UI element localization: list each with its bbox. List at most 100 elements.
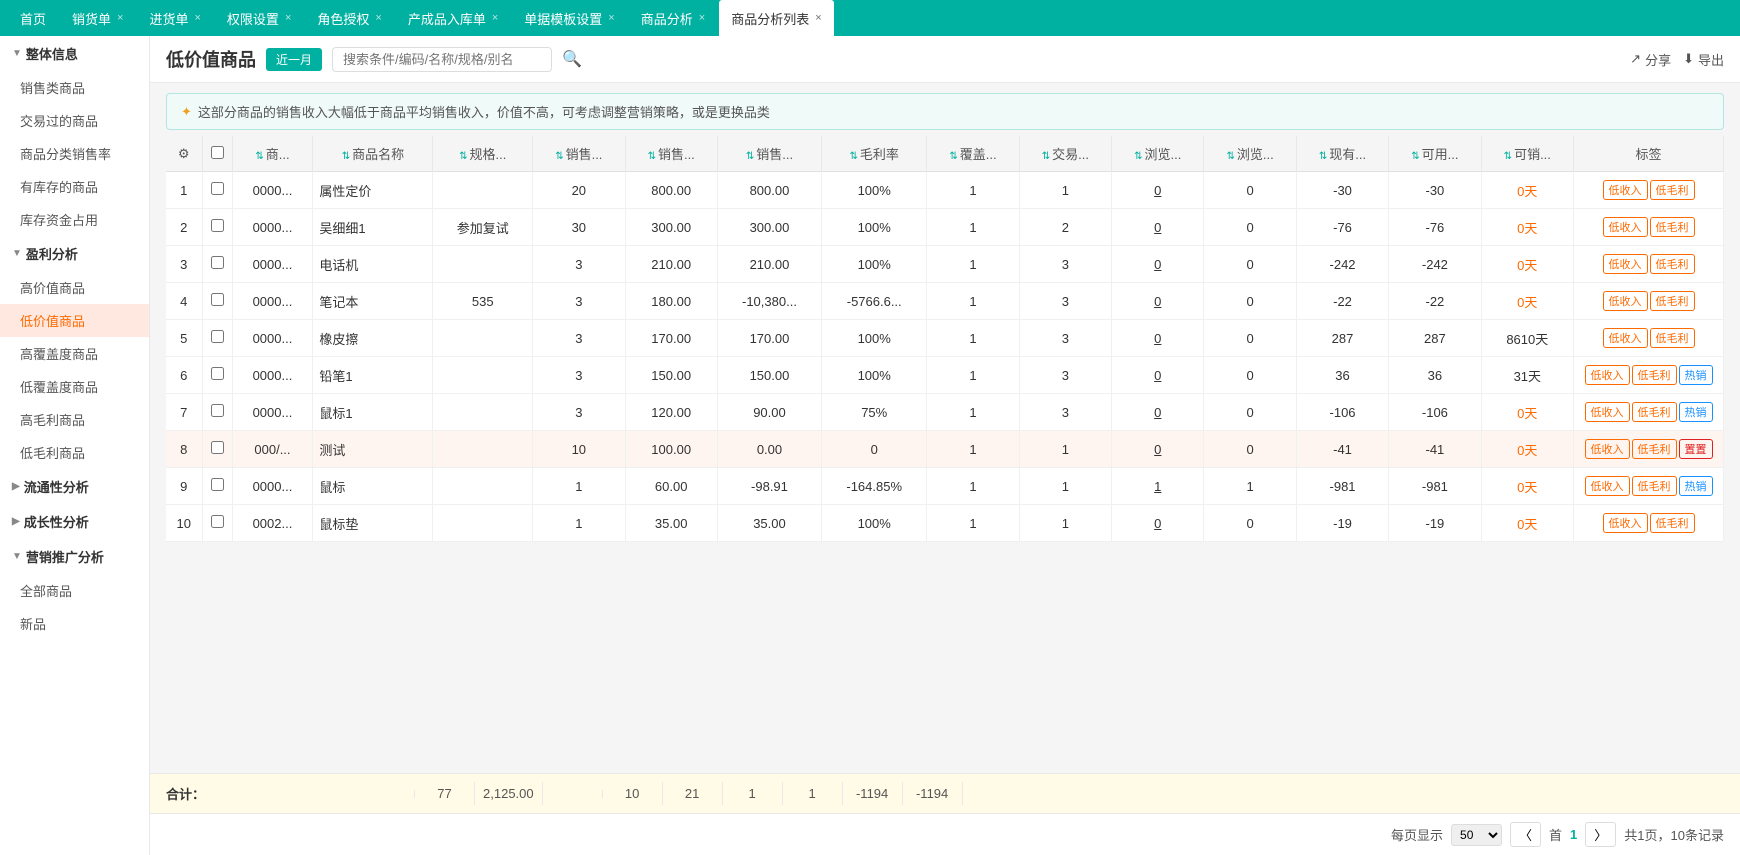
nav-sales-order[interactable]: 销货单 × (60, 0, 135, 36)
close-icon[interactable]: × (608, 12, 614, 24)
sidebar-group-liquidity[interactable]: ▶ 流通性分析 (0, 469, 149, 504)
nav-template-settings[interactable]: 单据模板设置 × (512, 0, 626, 36)
row-select-checkbox[interactable] (211, 182, 224, 195)
sidebar-item-low-value[interactable]: 低价值商品 (0, 304, 149, 337)
row-select-checkbox[interactable] (211, 441, 224, 454)
sidebar-item-category-sales-rate[interactable]: 商品分类销售率 (0, 137, 149, 170)
col-trade[interactable]: ⇅交易... (1019, 136, 1111, 172)
col-settings[interactable]: ⚙ (166, 136, 202, 172)
first-page-button[interactable]: 〈 (1510, 822, 1541, 847)
row-view1[interactable]: 0 (1112, 172, 1204, 209)
col-view1[interactable]: ⇅浏览... (1112, 136, 1204, 172)
close-icon[interactable]: × (699, 12, 705, 24)
nav-product-analysis[interactable]: 商品分析 × (629, 0, 717, 36)
sidebar-group-overall[interactable]: ▼ 整体信息 (0, 36, 149, 71)
col-available[interactable]: ⇅可用... (1389, 136, 1481, 172)
close-icon[interactable]: × (815, 12, 821, 24)
col-view2[interactable]: ⇅浏览... (1204, 136, 1296, 172)
row-view1[interactable]: 0 (1112, 246, 1204, 283)
col-sale-amount[interactable]: ⇅销售... (625, 136, 717, 172)
row-checkbox[interactable] (202, 468, 232, 505)
nav-permission[interactable]: 权限设置 × (215, 0, 303, 36)
row-view1[interactable]: 0 (1112, 209, 1204, 246)
settings-icon[interactable]: ⚙ (178, 146, 190, 161)
row-view1[interactable]: 0 (1112, 505, 1204, 542)
row-checkbox[interactable] (202, 283, 232, 320)
view1-link[interactable]: 0 (1154, 405, 1161, 420)
view1-link[interactable]: 0 (1154, 368, 1161, 383)
select-all-checkbox[interactable] (211, 146, 224, 159)
close-icon[interactable]: × (117, 12, 123, 24)
sidebar-item-sales-goods[interactable]: 销售类商品 (0, 71, 149, 104)
row-select-checkbox[interactable] (211, 293, 224, 306)
nav-purchase-order[interactable]: 进货单 × (137, 0, 212, 36)
row-select-checkbox[interactable] (211, 256, 224, 269)
view1-link[interactable]: 0 (1154, 294, 1161, 309)
row-view1[interactable]: 0 (1112, 357, 1204, 394)
col-code[interactable]: ⇅商... (232, 136, 313, 172)
last-page-button[interactable]: 〉 (1585, 822, 1616, 847)
row-checkbox[interactable] (202, 505, 232, 542)
sidebar-group-growth[interactable]: ▶ 成长性分析 (0, 504, 149, 539)
row-select-checkbox[interactable] (211, 478, 224, 491)
sidebar-item-stock-capital[interactable]: 库存资金占用 (0, 203, 149, 236)
col-name[interactable]: ⇅商品名称 (313, 136, 433, 172)
sidebar-item-low-margin[interactable]: 低毛利商品 (0, 436, 149, 469)
view1-link[interactable]: 0 (1154, 331, 1161, 346)
sidebar-item-traded-goods[interactable]: 交易过的商品 (0, 104, 149, 137)
sidebar-item-new-goods[interactable]: 新品 (0, 607, 149, 640)
row-view1[interactable]: 0 (1112, 320, 1204, 357)
view1-link[interactable]: 0 (1154, 516, 1161, 531)
nav-product-analysis-list[interactable]: 商品分析列表 × (719, 0, 833, 36)
view1-link[interactable]: 0 (1154, 257, 1161, 272)
sidebar-item-all-goods[interactable]: 全部商品 (0, 574, 149, 607)
close-icon[interactable]: × (194, 12, 200, 24)
nav-role-auth[interactable]: 角色授权 × (305, 0, 393, 36)
close-icon[interactable]: × (285, 12, 291, 24)
close-icon[interactable]: × (492, 12, 498, 24)
col-margin[interactable]: ⇅毛利率 (822, 136, 927, 172)
col-coverage[interactable]: ⇅覆盖... (927, 136, 1019, 172)
sidebar-item-high-value[interactable]: 高价值商品 (0, 271, 149, 304)
sidebar-item-high-coverage[interactable]: 高覆盖度商品 (0, 337, 149, 370)
share-button[interactable]: ↗ 分享 (1630, 50, 1671, 69)
row-checkbox[interactable] (202, 172, 232, 209)
row-select-checkbox[interactable] (211, 367, 224, 380)
nav-product-warehouse[interactable]: 产成品入库单 × (396, 0, 510, 36)
search-icon[interactable]: 🔍 (562, 49, 582, 69)
col-checkbox[interactable] (202, 136, 232, 172)
view1-link[interactable]: 0 (1154, 442, 1161, 457)
view1-link[interactable]: 0 (1154, 220, 1161, 235)
sidebar-item-low-coverage[interactable]: 低覆盖度商品 (0, 370, 149, 403)
close-icon[interactable]: × (375, 12, 381, 24)
row-view1[interactable]: 0 (1112, 394, 1204, 431)
row-checkbox[interactable] (202, 394, 232, 431)
sidebar-item-high-margin[interactable]: 高毛利商品 (0, 403, 149, 436)
view1-link[interactable]: 1 (1154, 479, 1161, 494)
row-select-checkbox[interactable] (211, 219, 224, 232)
row-checkbox[interactable] (202, 431, 232, 468)
row-checkbox[interactable] (202, 357, 232, 394)
per-page-select[interactable]: 50 100 200 (1451, 824, 1502, 846)
sidebar-group-marketing[interactable]: ▼ 营销推广分析 (0, 539, 149, 574)
export-button[interactable]: ⬇ 导出 (1683, 50, 1724, 69)
row-checkbox[interactable] (202, 209, 232, 246)
row-select-checkbox[interactable] (211, 404, 224, 417)
data-table-container[interactable]: ⚙ ⇅商... ⇅商品名称 ⇅规格... ⇅销售... ⇅销售... ⇅销售..… (166, 136, 1724, 773)
sidebar-group-profit[interactable]: ▼ 盈利分析 (0, 236, 149, 271)
col-current[interactable]: ⇅现有... (1296, 136, 1388, 172)
col-spec[interactable]: ⇅规格... (433, 136, 533, 172)
row-view1[interactable]: 0 (1112, 431, 1204, 468)
sidebar-item-stock-goods[interactable]: 有库存的商品 (0, 170, 149, 203)
nav-home[interactable]: 首页 (8, 0, 58, 36)
row-view1[interactable]: 1 (1112, 468, 1204, 505)
row-select-checkbox[interactable] (211, 515, 224, 528)
col-sale-qty[interactable]: ⇅销售... (533, 136, 625, 172)
search-input[interactable] (332, 47, 552, 72)
row-checkbox[interactable] (202, 246, 232, 283)
view1-link[interactable]: 0 (1154, 183, 1161, 198)
col-sellable[interactable]: ⇅可销... (1481, 136, 1573, 172)
row-select-checkbox[interactable] (211, 330, 224, 343)
period-button[interactable]: 近一月 (266, 48, 322, 71)
col-sale-price[interactable]: ⇅销售... (717, 136, 821, 172)
